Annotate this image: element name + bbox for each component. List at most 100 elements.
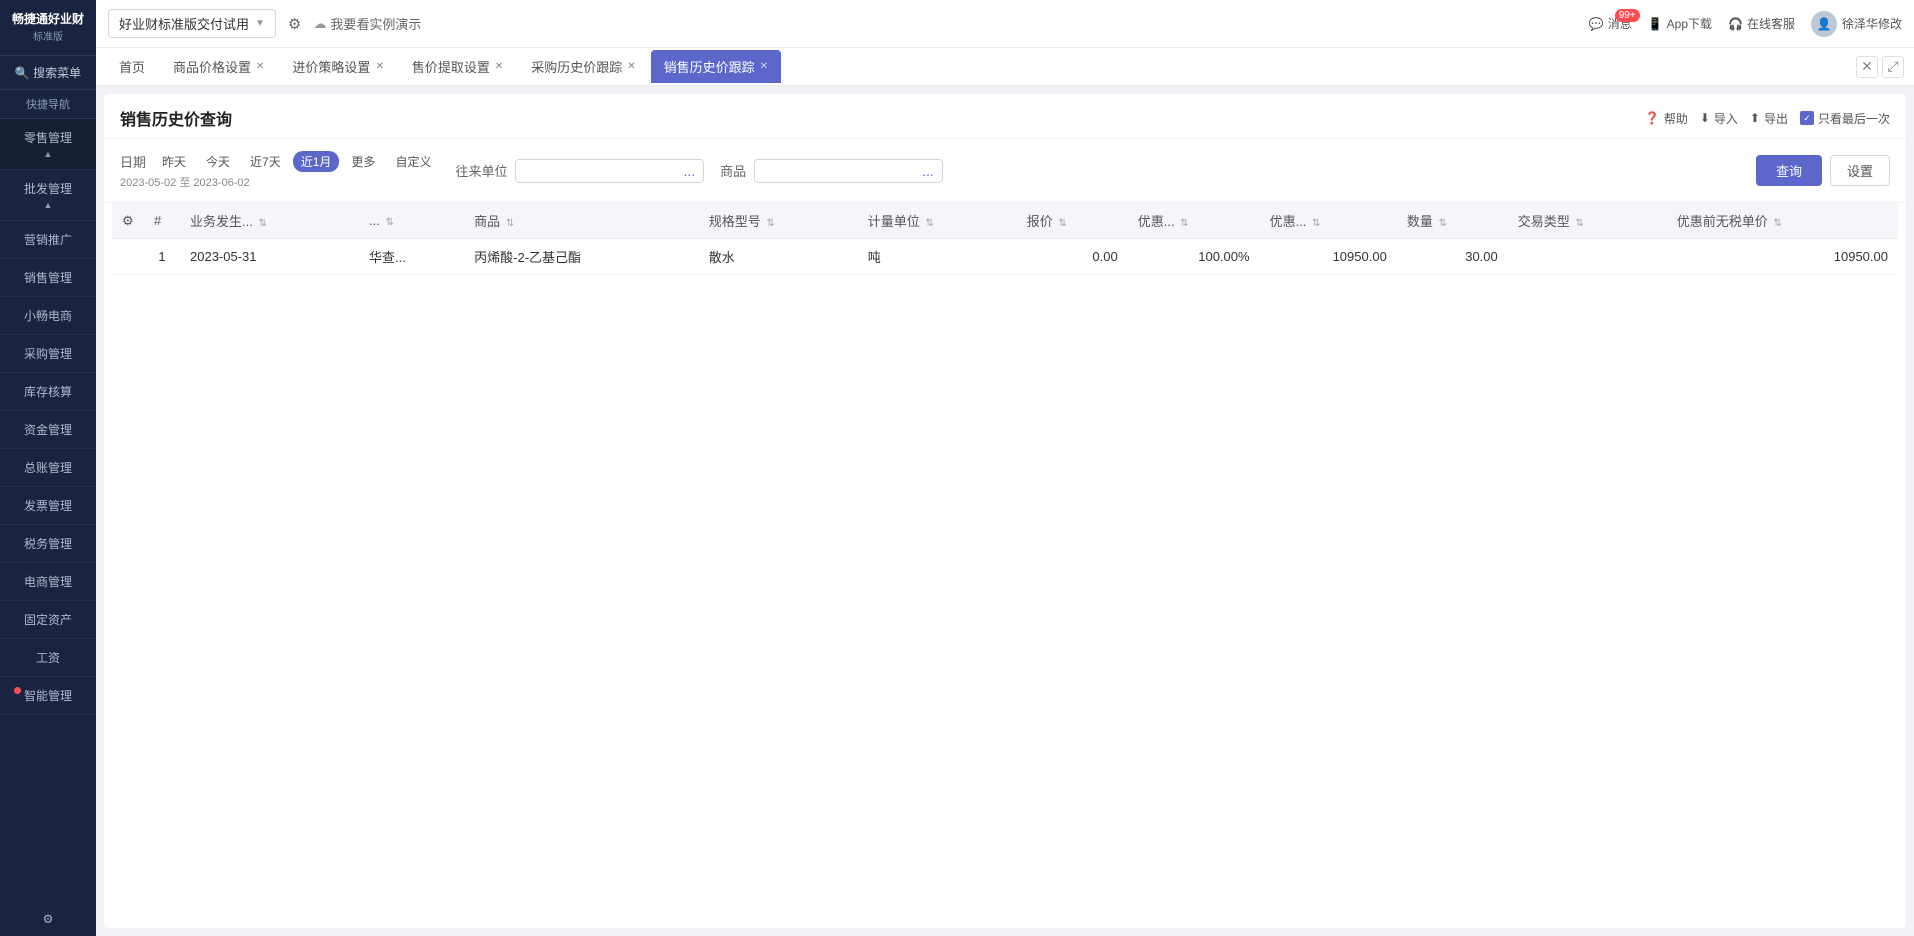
th-more[interactable]: ... ⇅ [359,203,464,239]
tab-purchase-history-close[interactable]: ✕ [627,61,635,72]
cloud-icon: ☁ [313,16,326,32]
demo-button[interactable]: ☁ 我要看实例演示 [313,14,421,33]
th-date[interactable]: 业务发生... ⇅ [180,203,359,239]
sidebar-item-finance[interactable]: 资金管理 [0,411,96,449]
import-button[interactable]: ⬇ 导入 [1700,110,1738,127]
sidebar-item-label-ledger: 总账管理 [24,459,72,476]
sidebar-item-assets[interactable]: 固定资产 [0,601,96,639]
th-num: # [144,203,180,239]
th-spec[interactable]: 规格型号 ⇅ [699,203,858,239]
sidebar-search[interactable]: 🔍 搜索菜单 [0,56,96,90]
date-filter: 日期 昨天 今天 近7天 近1月 更多 自定义 [120,151,439,172]
sidebar-item-label-invoice: 发票管理 [24,497,72,514]
tab-close-button[interactable]: ✕ [1856,56,1878,78]
tab-sales-history-close[interactable]: ✕ [760,61,768,72]
date-label: 日期 [120,152,146,171]
date-filter-group: 日期 昨天 今天 近7天 近1月 更多 自定义 2023-05-02 至 202… [120,151,439,190]
th-pretax-price[interactable]: 优惠前无税单价 ⇅ [1667,203,1898,239]
sidebar-item-sales[interactable]: 销售管理 [0,259,96,297]
sidebar: 畅捷通好业财 标准版 🔍 搜索菜单 快捷导航 零售管理 ▲ 批发管理 ▲ 营销推… [0,0,96,936]
query-button[interactable]: 查询 [1756,155,1822,186]
date-option-last1m[interactable]: 近1月 [293,151,340,172]
from-unit-field[interactable] [524,164,679,178]
app-logo-subtitle: 标准版 [12,28,84,43]
app-download-button[interactable]: 📱 App下载 [1648,15,1712,32]
sidebar-item-salary[interactable]: 工资 [0,639,96,677]
sidebar-item-label-inventory: 库存核算 [24,383,72,400]
tab-sale-extract-close[interactable]: ✕ [495,61,503,72]
date-options: 昨天 今天 近7天 近1月 更多 自定义 [154,151,439,172]
td-price: 0.00 [1017,239,1128,275]
from-unit-input[interactable]: ... [515,159,704,183]
td-num: 1 [144,239,180,275]
sidebar-quick-nav[interactable]: 快捷导航 [0,90,96,119]
tab-purchase-strategy[interactable]: 进价策略设置 ✕ [279,50,396,83]
tab-purchase-strategy-close[interactable]: ✕ [375,61,383,72]
th-product[interactable]: 商品 ⇅ [464,203,699,239]
sidebar-settings[interactable]: ⚙ [0,902,96,936]
date-option-custom[interactable]: 自定义 [387,151,439,172]
th-trade-type[interactable]: 交易类型 ⇅ [1508,203,1667,239]
sidebar-item-purchase[interactable]: 采购管理 [0,335,96,373]
th-quantity[interactable]: 数量 ⇅ [1397,203,1508,239]
tab-price-settings-close[interactable]: ✕ [256,61,264,72]
tab-sales-history[interactable]: 销售历史价跟踪 ✕ [651,50,781,83]
product-dots[interactable]: ... [922,163,934,179]
version-selector[interactable]: 好业财标准版交付试用 ▼ [108,9,276,38]
chevron-icon-wholesale: ▲ [44,200,53,210]
date-range-text: 2023-05-02 至 2023-06-02 [120,174,439,190]
only-last-label: 只看最后一次 [1818,110,1890,127]
date-option-yesterday[interactable]: 昨天 [154,151,194,172]
topbar-gear-icon[interactable]: ⚙ [288,15,301,33]
chevron-icon-retail: ▲ [44,149,53,159]
quick-nav-label: 快捷导航 [26,99,70,111]
date-option-last7[interactable]: 近7天 [242,151,289,172]
from-unit-dots[interactable]: ... [683,163,695,179]
th-gear[interactable]: ⚙ [112,203,144,239]
tab-sale-extract[interactable]: 售价提取设置 ✕ [399,50,516,83]
only-last-checkbox[interactable]: ✓ 只看最后一次 [1800,110,1890,127]
th-discount2[interactable]: 优惠... ⇅ [1260,203,1397,239]
sidebar-item-tax[interactable]: 税务管理 [0,525,96,563]
sidebar-item-label-purchase: 采购管理 [24,345,72,362]
th-price[interactable]: 报价 ⇅ [1017,203,1128,239]
td-unit: 吨 [858,239,1017,275]
th-discount1[interactable]: 优惠... ⇅ [1128,203,1260,239]
sidebar-item-ledger[interactable]: 总账管理 [0,449,96,487]
messages-button[interactable]: 💬 消息 99+ [1589,15,1632,32]
user-menu[interactable]: 👤 徐泽华修改 [1811,11,1902,37]
sidebar-item-invoice[interactable]: 发票管理 [0,487,96,525]
td-product: 丙烯酸-2-乙基己酯 [464,239,699,275]
tab-purchase-history[interactable]: 采购历史价跟踪 ✕ [518,50,648,83]
phone-icon: 📱 [1648,17,1663,31]
avatar: 👤 [1811,11,1837,37]
data-table: ⚙ # 业务发生... ⇅ ... ⇅ 商品 ⇅ 规格型号 ⇅ 计量单位 ⇅ 报… [112,203,1898,275]
product-label: 商品 [720,161,746,180]
sidebar-item-ecommerce[interactable]: 电商管理 [0,563,96,601]
sidebar-item-label-finance: 资金管理 [24,421,72,438]
online-service-button[interactable]: 🎧 在线客服 [1728,15,1795,32]
product-input[interactable]: ... [754,159,943,183]
table-row[interactable]: 1 2023-05-31 华查... 丙烯酸-2-乙基己酯 散水 吨 0.00 … [112,239,1898,275]
table-body: 1 2023-05-31 华查... 丙烯酸-2-乙基己酯 散水 吨 0.00 … [112,239,1898,275]
sidebar-item-retail[interactable]: 零售管理 ▲ [0,119,96,170]
sidebar-item-smart[interactable]: 智能管理 [0,677,96,715]
sidebar-item-ecommerce-xiao[interactable]: 小畅电商 [0,297,96,335]
tab-home[interactable]: 首页 [106,50,158,83]
sidebar-item-marketing[interactable]: 营销推广 [0,221,96,259]
help-label: 帮助 [1664,110,1688,127]
th-unit[interactable]: 计量单位 ⇅ [858,203,1017,239]
tab-purchase-strategy-label: 进价策略设置 [292,57,370,76]
help-icon: ❓ [1645,111,1660,125]
date-option-today[interactable]: 今天 [198,151,238,172]
product-field[interactable] [763,164,918,178]
settings-button[interactable]: 设置 [1830,155,1890,186]
help-button[interactable]: ❓ 帮助 [1645,110,1688,127]
tab-price-settings[interactable]: 商品价格设置 ✕ [160,50,277,83]
tab-maximize-button[interactable]: ⤢ [1882,56,1904,78]
checkbox-icon: ✓ [1800,111,1814,125]
export-button[interactable]: ⬆ 导出 [1750,110,1788,127]
date-option-more[interactable]: 更多 [343,151,383,172]
sidebar-item-wholesale[interactable]: 批发管理 ▲ [0,170,96,221]
sidebar-item-inventory[interactable]: 库存核算 [0,373,96,411]
